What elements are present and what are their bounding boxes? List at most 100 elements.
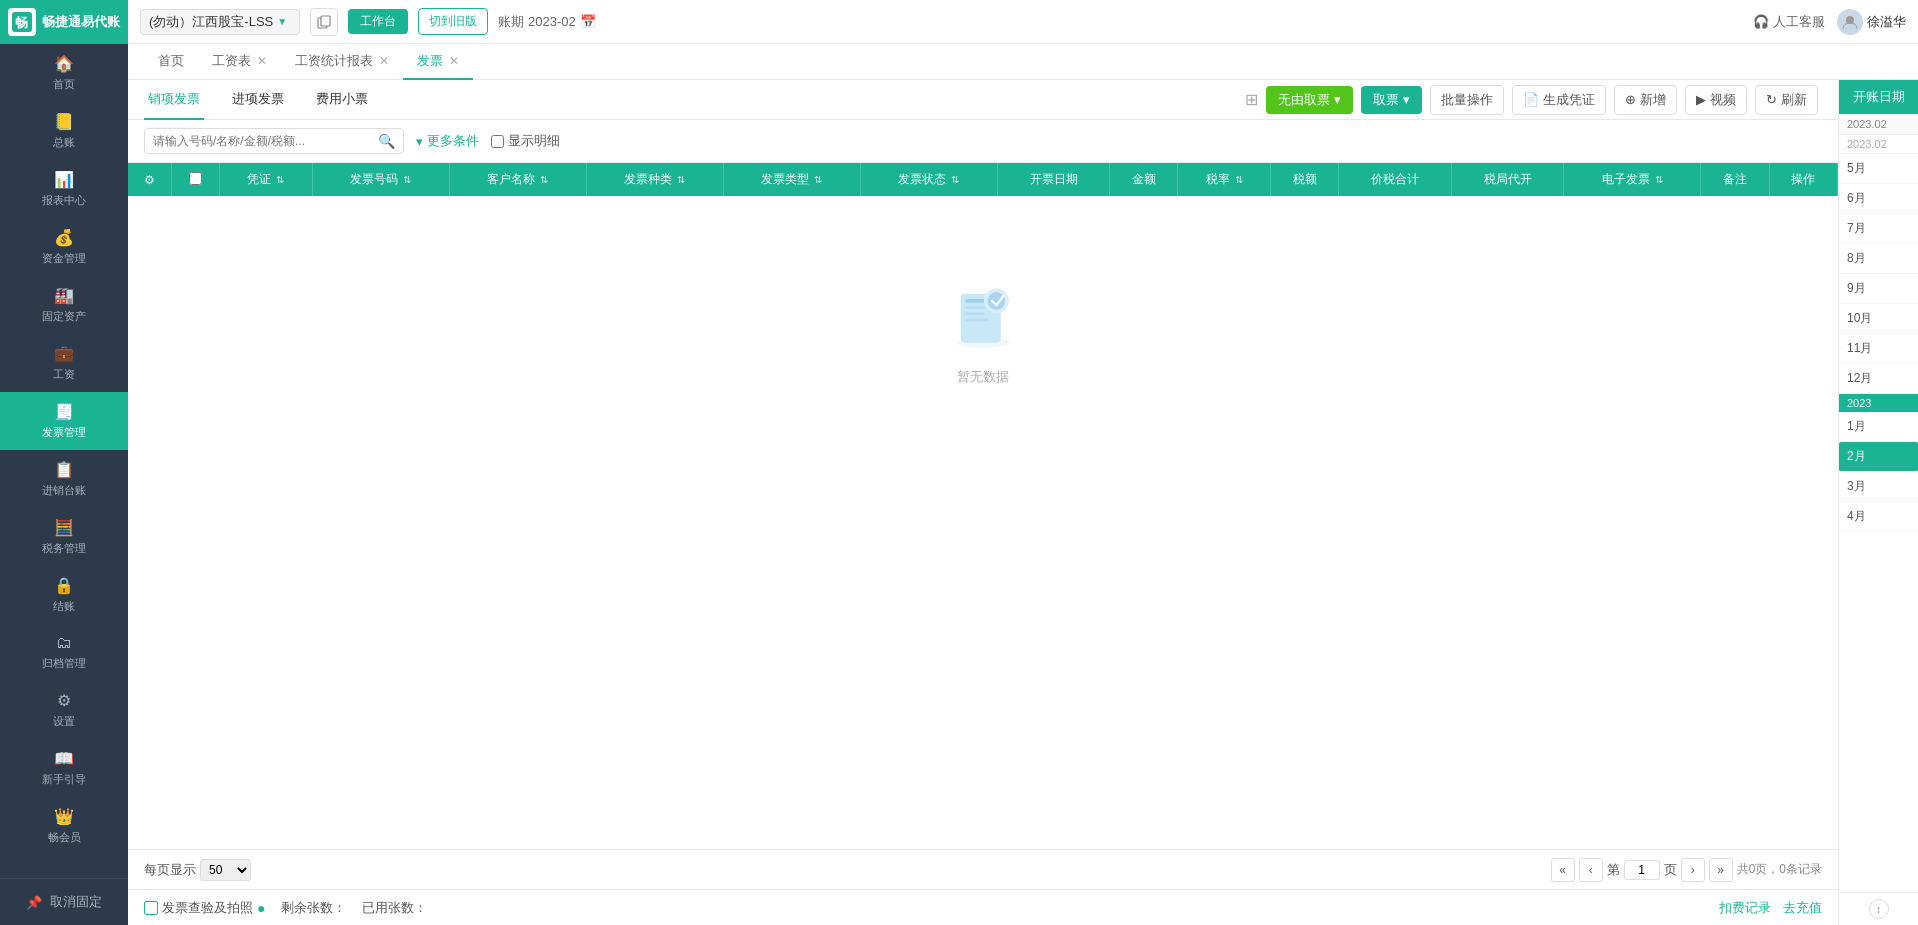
sub-tab-purchase-invoice[interactable]: 进项发票	[228, 80, 288, 120]
first-page-button[interactable]: «	[1551, 858, 1575, 882]
close-icon[interactable]: ✕	[449, 55, 459, 67]
period-item-1[interactable]: 1月	[1839, 412, 1918, 442]
tab-invoice[interactable]: 发票 ✕	[403, 44, 473, 80]
invoice-table: ⚙ 凭证 ⇅ 发票号码 ⇅ 客户名称 ⇅ 发票种类 ⇅ 发票类型 ⇅ 发票状态 …	[128, 163, 1838, 466]
sidebar-item-tax[interactable]: 🧮 税务管理	[0, 508, 128, 566]
sub-tab-label: 销项发票	[148, 90, 200, 108]
sidebar-item-home[interactable]: 🏠 首页	[0, 44, 128, 102]
switch-old-button[interactable]: 切到旧版	[418, 8, 488, 35]
recharge-link[interactable]: 去充值	[1783, 899, 1822, 917]
copy-button[interactable]	[310, 8, 338, 36]
period-item-9[interactable]: 9月	[1839, 274, 1918, 304]
close-icon[interactable]: ✕	[379, 55, 389, 67]
sidebar-item-member[interactable]: 👑 畅会员	[0, 797, 128, 855]
sidebar-item-invoice[interactable]: 🧾 发票管理	[0, 392, 128, 450]
period-item-7[interactable]: 7月	[1839, 214, 1918, 244]
sidebar-item-fixed-assets[interactable]: 🏭 固定资产	[0, 276, 128, 334]
invoice-table-wrap: ⚙ 凭证 ⇅ 发票号码 ⇅ 客户名称 ⇅ 发票种类 ⇅ 发票类型 ⇅ 发票状态 …	[128, 163, 1838, 849]
period-item-8[interactable]: 8月	[1839, 244, 1918, 274]
bottom-bar: 发票查验及拍照 ● 剩余张数： 已用张数： 扣费记录 去充值	[128, 889, 1838, 925]
gen-voucher-button[interactable]: 📄 生成凭证	[1512, 85, 1606, 115]
next-page-button[interactable]: ›	[1681, 858, 1705, 882]
settings-col-header[interactable]: ⚙	[128, 163, 171, 196]
pager-buttons: « ‹ 第 页 › » 共0页，0条记录	[1551, 858, 1822, 882]
tab-payroll[interactable]: 工资表 ✕	[198, 44, 281, 80]
period-label: 账期	[498, 13, 524, 31]
reports-icon: 📊	[54, 170, 74, 189]
sidebar-item-sales-ledger[interactable]: 📋 进销台账	[0, 450, 128, 508]
chevron-down-icon: ▾	[1403, 92, 1410, 107]
sort-icon: ⇅	[540, 174, 548, 185]
sub-tab-label: 费用小票	[316, 90, 368, 108]
sort-icon: ⇅	[677, 174, 685, 185]
batch-ops-button[interactable]: 批量操作	[1430, 85, 1504, 115]
filter-button[interactable]: ▾ 更多条件	[416, 132, 479, 150]
remarks-col-header: 备注	[1701, 163, 1769, 196]
video-button[interactable]: ▶ 视频	[1685, 85, 1747, 115]
page-input[interactable]	[1624, 860, 1660, 880]
sub-tab-label: 进项发票	[232, 90, 284, 108]
sidebar-item-reports[interactable]: 📊 报表中心	[0, 160, 128, 218]
checkbox-col-header[interactable]	[171, 163, 219, 196]
sidebar-item-payroll[interactable]: 💼 工资	[0, 334, 128, 392]
period-item-5[interactable]: 5月	[1839, 154, 1918, 184]
refresh-button[interactable]: ↻ 刷新	[1755, 85, 1818, 115]
sidebar-item-closing[interactable]: 🔒 结账	[0, 566, 128, 624]
get-invoice-button[interactable]: 取票 ▾	[1361, 86, 1422, 114]
company-selector[interactable]: (勿动）江西股宝-LSS ▼	[140, 9, 300, 35]
fee-record-link[interactable]: 扣费记录	[1719, 899, 1771, 917]
period-item-3[interactable]: 3月	[1839, 472, 1918, 502]
service-button[interactable]: 🎧 人工客服	[1753, 13, 1825, 31]
sidebar-item-archive[interactable]: 🗂 归档管理	[0, 624, 128, 681]
verify-checkbox[interactable]	[144, 901, 158, 915]
period-scroll-button[interactable]: ↕	[1869, 899, 1889, 919]
sidebar-item-guide[interactable]: 📖 新手引导	[0, 739, 128, 797]
period-item-12[interactable]: 12月	[1839, 364, 1918, 394]
search-icon[interactable]: 🔍	[378, 133, 395, 149]
tax-code-col-header: 税局代开	[1451, 163, 1563, 196]
user-info[interactable]: 徐溢华	[1837, 9, 1906, 35]
verify-section: 发票查验及拍照 ●	[144, 899, 265, 917]
period-item-10[interactable]: 10月	[1839, 304, 1918, 334]
workbench-button[interactable]: 工作台	[348, 9, 408, 34]
invoice-icon: 🧾	[54, 402, 74, 421]
select-all-checkbox[interactable]	[189, 172, 202, 185]
video-label: 视频	[1710, 91, 1736, 109]
sidebar-item-funds[interactable]: 💰 资金管理	[0, 218, 128, 276]
sidebar-item-settings[interactable]: ⚙ 设置	[0, 681, 128, 739]
period-item-2-active[interactable]: 2月	[1839, 442, 1918, 472]
page-label: 第	[1607, 861, 1620, 879]
last-page-button[interactable]: »	[1709, 858, 1733, 882]
period-item-11[interactable]: 11月	[1839, 334, 1918, 364]
close-icon[interactable]: ✕	[257, 55, 267, 67]
period-item-4[interactable]: 4月	[1839, 502, 1918, 532]
period-item-2023-02-first: 2023.02	[1839, 135, 1918, 154]
tab-label: 首页	[158, 52, 184, 70]
new-button[interactable]: ⊕ 新增	[1614, 85, 1677, 115]
invoice-no-col-header: 发票号码 ⇅	[312, 163, 449, 196]
detail-label: 显示明细	[508, 132, 560, 150]
tax-col-header: 税额	[1271, 163, 1339, 196]
tab-home[interactable]: 首页	[144, 44, 198, 80]
service-label: 人工客服	[1773, 13, 1825, 31]
used-label: 已用张数：	[362, 899, 427, 917]
no-tax-invoice-button[interactable]: 无由取票 ▾	[1266, 86, 1353, 114]
sidebar-item-general-ledger[interactable]: 📒 总账	[0, 102, 128, 160]
member-icon: 👑	[54, 807, 74, 826]
prev-page-button[interactable]: ‹	[1579, 858, 1603, 882]
unpin-item[interactable]: 📌 取消固定	[0, 885, 128, 919]
sub-tab-sales-invoice[interactable]: 销项发票	[144, 80, 204, 120]
open-period-button[interactable]: 开账日期	[1839, 80, 1918, 114]
settings-icon: ⚙	[57, 691, 71, 710]
logo: 畅 畅捷通易代账	[0, 0, 128, 44]
page-size-dropdown[interactable]: 50 10 20 100	[200, 859, 251, 881]
sidebar-item-label: 首页	[53, 77, 75, 92]
period-item-6[interactable]: 6月	[1839, 184, 1918, 214]
detail-checkbox-input[interactable]	[491, 135, 504, 148]
sub-tab-expense-receipt[interactable]: 费用小票	[312, 80, 372, 120]
open-date-col-header: 开票日期	[997, 163, 1109, 196]
search-input[interactable]	[153, 134, 374, 148]
show-detail-checkbox[interactable]: 显示明细	[491, 132, 560, 150]
page-size-label: 每页显示	[144, 861, 196, 879]
tab-payroll-report[interactable]: 工资统计报表 ✕	[281, 44, 403, 80]
